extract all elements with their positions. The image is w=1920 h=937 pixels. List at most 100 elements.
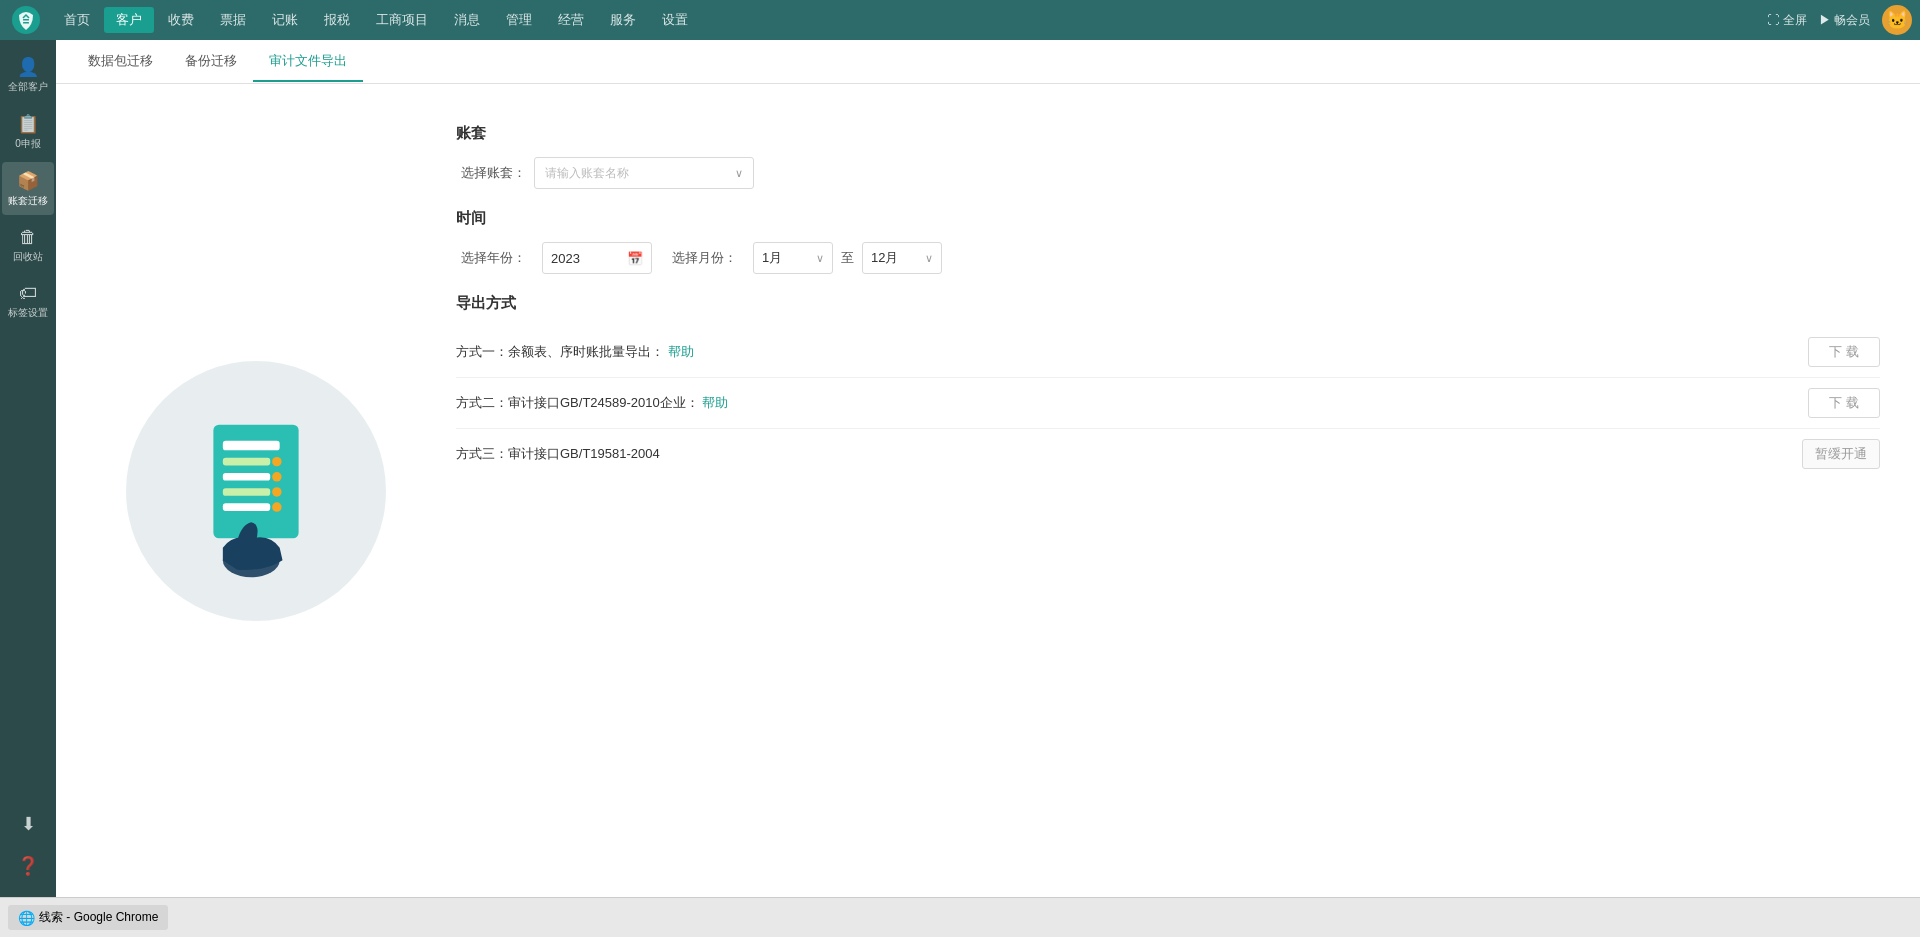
sidebar-item-download[interactable]: ⬇: [2, 805, 54, 843]
user-avatar[interactable]: 🐱: [1882, 5, 1912, 35]
taskbar-chrome-label: 线索 - Google Chrome: [39, 909, 158, 926]
illustration-svg: [176, 401, 336, 581]
app-logo[interactable]: [8, 2, 44, 38]
taskbar-chrome-item[interactable]: 🌐 线索 - Google Chrome: [8, 905, 168, 930]
account-section: 账套 选择账套： 请输入账套名称 ∨: [456, 124, 1880, 189]
svg-point-9: [272, 456, 281, 465]
svg-rect-4: [223, 440, 280, 449]
illustration-circle: [126, 361, 386, 621]
sidebar-item-tag-settings[interactable]: 🏷 标签设置: [2, 275, 54, 327]
sidebar-item-help-bottom[interactable]: ❓: [2, 847, 54, 885]
tabs-bar: 数据包迁移 备份迁移 审计文件导出: [56, 40, 1920, 84]
sidebar-label-migration: 账套迁移: [8, 195, 48, 207]
chrome-icon: 🌐: [18, 910, 35, 926]
nav-operation[interactable]: 经营: [546, 7, 596, 33]
tab-data-migration[interactable]: 数据包迁移: [72, 42, 169, 82]
account-select-chevron-icon: ∨: [735, 167, 743, 180]
export-section: 导出方式 方式一：余额表、序时账批量导出： 帮助 下 载 方式二：审计接口GB/…: [456, 294, 1880, 479]
export-method-3-soon-button: 暂缓开通: [1802, 439, 1880, 469]
left-sidebar: 👤 全部客户 📋 0申报 📦 账套迁移 🗑 回收站 🏷 标签设置 ⬇ ❓: [0, 40, 56, 897]
nav-menu: 首页 客户 收费 票据 记账 报税 工商项目 消息 管理 经营 服务 设置: [52, 7, 1767, 33]
illustration-area: [96, 114, 416, 867]
month-start-value: 1月: [762, 249, 782, 267]
svg-point-10: [272, 472, 281, 481]
export-method-1: 方式一：余额表、序时账批量导出： 帮助 下 载: [456, 327, 1880, 378]
help-bottom-icon: ❓: [17, 855, 39, 877]
month-start-chevron-icon: ∨: [816, 252, 824, 265]
sidebar-label-tag-settings: 标签设置: [8, 307, 48, 319]
export-method-3: 方式三：审计接口GB/T19581-2004 暂缓开通: [456, 429, 1880, 479]
svg-rect-8: [223, 503, 270, 511]
sidebar-item-recycle[interactable]: 🗑 回收站: [2, 219, 54, 271]
month-end-select[interactable]: 12月 ∨: [862, 242, 942, 274]
export-method-3-label: 方式三：审计接口GB/T19581-2004: [456, 445, 1794, 463]
member-button[interactable]: ▶ 畅会员: [1819, 12, 1870, 29]
export-method-1-download-button[interactable]: 下 载: [1808, 337, 1880, 367]
account-select-placeholder: 请输入账套名称: [545, 165, 629, 182]
export-method-2-download-button[interactable]: 下 载: [1808, 388, 1880, 418]
nav-customer[interactable]: 客户: [104, 7, 154, 33]
nav-settings[interactable]: 设置: [650, 7, 700, 33]
nav-invoice[interactable]: 票据: [208, 7, 258, 33]
nav-message[interactable]: 消息: [442, 7, 492, 33]
main-layout: 👤 全部客户 📋 0申报 📦 账套迁移 🗑 回收站 🏷 标签设置 ⬇ ❓: [0, 40, 1920, 897]
year-input[interactable]: 2023 📅: [542, 242, 652, 274]
svg-rect-2: [23, 22, 29, 24]
sidebar-item-migration[interactable]: 📦 账套迁移: [2, 162, 54, 215]
tab-backup-migration[interactable]: 备份迁移: [169, 42, 253, 82]
time-section: 时间 选择年份： 2023 📅 选择月份： 1月 ∨ 至: [456, 209, 1880, 274]
taskbar: 🌐 线索 - Google Chrome: [0, 897, 1920, 937]
nav-right-area: ⛶ 全屏 ▶ 畅会员 🐱: [1767, 5, 1912, 35]
nav-management[interactable]: 管理: [494, 7, 544, 33]
svg-point-12: [272, 502, 281, 511]
page-content: 账套 选择账套： 请输入账套名称 ∨ 时间 选择年份：: [56, 84, 1920, 897]
customers-icon: 👤: [17, 56, 39, 78]
month-label: 选择月份：: [672, 249, 737, 267]
month-end-chevron-icon: ∨: [925, 252, 933, 265]
nav-business[interactable]: 工商项目: [364, 7, 440, 33]
export-method-2-help-link[interactable]: 帮助: [702, 395, 728, 410]
month-start-select[interactable]: 1月 ∨: [753, 242, 833, 274]
nav-bookkeeping[interactable]: 记账: [260, 7, 310, 33]
month-end-value: 12月: [871, 249, 898, 267]
tab-audit-export[interactable]: 审计文件导出: [253, 42, 363, 82]
top-navigation: 首页 客户 收费 票据 记账 报税 工商项目 消息 管理 经营 服务 设置 ⛶ …: [0, 0, 1920, 40]
to-text: 至: [841, 249, 854, 267]
zero-report-icon: 📋: [17, 113, 39, 135]
tag-settings-icon: 🏷: [19, 283, 37, 304]
download-icon: ⬇: [21, 813, 36, 835]
form-area: 账套 选择账套： 请输入账套名称 ∨ 时间 选择年份：: [416, 114, 1880, 867]
content-area: 数据包迁移 备份迁移 审计文件导出: [56, 40, 1920, 897]
time-form-row: 选择年份： 2023 📅 选择月份： 1月 ∨ 至 12月: [456, 242, 1880, 274]
svg-rect-7: [223, 488, 270, 496]
calendar-icon: 📅: [627, 251, 643, 266]
svg-point-11: [272, 487, 281, 496]
export-method-1-label: 方式一：余额表、序时账批量导出： 帮助: [456, 343, 1800, 361]
nav-home[interactable]: 首页: [52, 7, 102, 33]
svg-rect-6: [223, 473, 270, 481]
nav-billing[interactable]: 收费: [156, 7, 206, 33]
sidebar-label-recycle: 回收站: [13, 251, 43, 263]
nav-tax[interactable]: 报税: [312, 7, 362, 33]
sidebar-item-zero-report[interactable]: 📋 0申报: [2, 105, 54, 158]
svg-rect-1: [23, 19, 29, 21]
sidebar-label-zero-report: 0申报: [15, 138, 41, 150]
sidebar-item-all-customers[interactable]: 👤 全部客户: [2, 48, 54, 101]
account-select[interactable]: 请输入账套名称 ∨: [534, 157, 754, 189]
account-form-row: 选择账套： 请输入账套名称 ∨: [456, 157, 1880, 189]
nav-service[interactable]: 服务: [598, 7, 648, 33]
fullscreen-button[interactable]: ⛶ 全屏: [1767, 12, 1806, 29]
sidebar-bottom-area: ⬇ ❓: [2, 805, 54, 897]
sidebar-label-all-customers: 全部客户: [8, 81, 48, 93]
recycle-icon: 🗑: [19, 227, 37, 248]
account-select-label: 选择账套：: [456, 164, 526, 182]
export-section-title: 导出方式: [456, 294, 1880, 313]
time-section-title: 时间: [456, 209, 1880, 228]
migration-icon: 📦: [17, 170, 39, 192]
year-label: 选择年份：: [456, 249, 526, 267]
export-method-2: 方式二：审计接口GB/T24589-2010企业： 帮助 下 载: [456, 378, 1880, 429]
account-section-title: 账套: [456, 124, 1880, 143]
export-method-2-label: 方式二：审计接口GB/T24589-2010企业： 帮助: [456, 394, 1800, 412]
export-method-1-help-link[interactable]: 帮助: [668, 344, 694, 359]
svg-rect-5: [223, 457, 270, 465]
